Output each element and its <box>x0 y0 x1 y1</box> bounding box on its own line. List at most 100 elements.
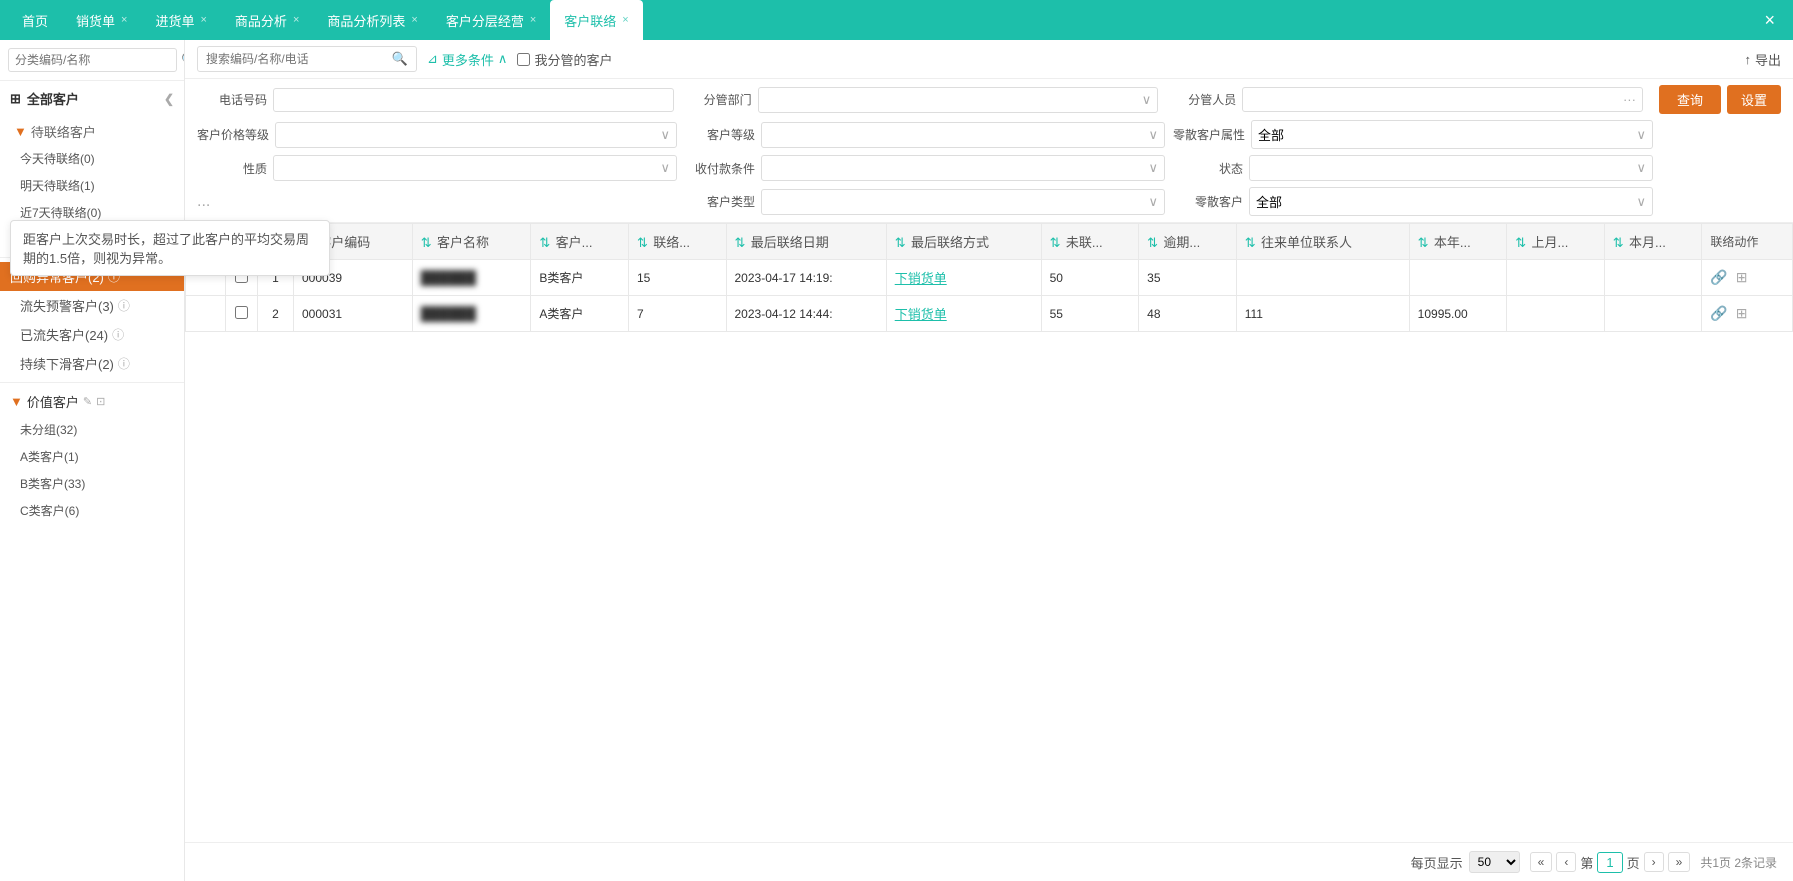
all-customers-section[interactable]: ⊞ 全部客户 ❮ <box>0 81 184 116</box>
collapse-icon[interactable]: ❮ <box>164 92 174 106</box>
sidebar-search-box[interactable]: 🔍 <box>0 40 184 81</box>
nav-customer-tier[interactable]: 客户分层经营 × <box>432 0 550 40</box>
first-page-button[interactable]: « <box>1530 852 1553 872</box>
col-thismonth-header[interactable]: ⇅ 本月... <box>1604 224 1702 260</box>
row2-contacts: 111 <box>1236 296 1409 332</box>
row1-lastmethod[interactable]: 下销货单 <box>886 260 1041 296</box>
data-table-container: ⚙ ⇅ 客户编码 ⇅ 客户名称 ⇅ 客户... <box>185 223 1793 842</box>
nav-customer-contact[interactable]: 客户联络 × <box>550 0 642 40</box>
query-button[interactable]: 查询 <box>1659 85 1721 114</box>
nav-analysis-list[interactable]: 商品分析列表 × <box>313 0 431 40</box>
nav-home[interactable]: 首页 <box>8 0 62 40</box>
sidebar-class-b[interactable]: B类客户(33) <box>0 470 184 497</box>
close-analysis-list-tab[interactable]: × <box>411 14 417 26</box>
export-button[interactable]: ↑ 导出 <box>1744 50 1781 69</box>
sidebar-class-c[interactable]: C类客户(6) <box>0 497 184 524</box>
sidebar-tomorrow-contact[interactable]: 明天待联络(1) <box>0 172 184 199</box>
sidebar-search-input[interactable] <box>8 48 177 72</box>
sort-icon-thisyear: ⇅ <box>1418 235 1429 250</box>
row2-grid-icon[interactable]: ⊞ <box>1736 305 1748 322</box>
sidebar-declining-customers[interactable]: 持续下滑客户(2) ⓘ <box>0 349 184 378</box>
col-uncontacted-header[interactable]: ⇅ 未联... <box>1041 224 1139 260</box>
customer-table: ⚙ ⇅ 客户编码 ⇅ 客户名称 ⇅ 客户... <box>185 223 1793 332</box>
row1-type: B类客户 <box>531 260 629 296</box>
col-lastmonth-header[interactable]: ⇅ 上月... <box>1507 224 1605 260</box>
sort-icon-uncontacted: ⇅ <box>1050 235 1061 250</box>
arrow-down-icon: ▼ <box>14 124 27 139</box>
settings-button[interactable]: 设置 <box>1727 85 1781 114</box>
current-page-indicator[interactable]: 1 <box>1597 852 1622 873</box>
sidebar-today-contact[interactable]: 今天待联络(0) <box>0 145 184 172</box>
phone-filter: 电话号码 <box>197 88 674 112</box>
col-action-header: 联络动作 <box>1702 224 1793 260</box>
nav-sales[interactable]: 销货单 × <box>62 0 141 40</box>
nav-purchase[interactable]: 进货单 × <box>141 0 220 40</box>
main-search-input[interactable] <box>206 52 392 66</box>
col-type-header[interactable]: ⇅ 客户... <box>531 224 629 260</box>
close-sales-tab[interactable]: × <box>121 14 127 26</box>
window-close-button[interactable]: × <box>1754 10 1785 31</box>
col-overdue-header[interactable]: ⇅ 逾期... <box>1139 224 1237 260</box>
close-purchase-tab[interactable]: × <box>200 14 206 26</box>
row1-lastmethod-link[interactable]: 下销货单 <box>895 271 947 286</box>
sidebar: 🔍 ⊞ 全部客户 ❮ ▼ 待联络客户 今天待联络(0) 明天待联络(1) 近7天… <box>0 40 185 881</box>
row1-link-icon[interactable]: 🔗 <box>1710 269 1727 286</box>
row2-lastmonth <box>1507 296 1605 332</box>
search-box[interactable]: 🔍 <box>197 46 417 72</box>
col-lastdate-header[interactable]: ⇅ 最后联络日期 <box>726 224 886 260</box>
prev-page-button[interactable]: ‹ <box>1556 852 1576 872</box>
more-icon[interactable]: ⊡ <box>96 395 105 408</box>
scatter-attr-select[interactable]: 全部 ∨ <box>1251 120 1653 149</box>
sidebar-lost-warning[interactable]: 流失预警客户(3) ⓘ <box>0 291 184 320</box>
status-select[interactable]: ∨ <box>1249 155 1653 181</box>
col-thisyear-header[interactable]: ⇅ 本年... <box>1409 224 1507 260</box>
row1-name[interactable]: ██████ <box>412 260 531 296</box>
phone-input[interactable] <box>273 88 674 112</box>
my-customers-checkbox[interactable] <box>517 53 530 66</box>
col-lastmethod-header[interactable]: ⇅ 最后联络方式 <box>886 224 1041 260</box>
content-area: 🔍 ⊿ 更多条件 ∧ 我分管的客户 ↑ 导出 电话号码 <box>185 40 1793 881</box>
more-conditions-button[interactable]: ⊿ 更多条件 ∧ <box>427 50 507 69</box>
scatter-customer-select[interactable]: 全部 ∨ <box>1249 187 1653 216</box>
col-name-header[interactable]: ⇅ 客户名称 <box>412 224 531 260</box>
sidebar-class-a[interactable]: A类客户(1) <box>0 443 184 470</box>
row2-lastmethod-link[interactable]: 下销货单 <box>895 307 947 322</box>
main-search-icon[interactable]: 🔍 <box>392 51 408 67</box>
row1-grid-icon[interactable]: ⊞ <box>1736 269 1748 286</box>
edit-icon[interactable]: ✎ <box>83 395 92 408</box>
manager-select[interactable]: ··· <box>1242 87 1643 112</box>
row2-lastmethod[interactable]: 下销货单 <box>886 296 1041 332</box>
price-grade-select[interactable]: ∨ <box>275 122 677 148</box>
more-dots[interactable]: ... <box>197 193 210 211</box>
customer-type-select[interactable]: ∨ <box>761 189 1165 215</box>
page-size-select[interactable]: 20 50 100 <box>1469 851 1520 873</box>
col-contact-header[interactable]: ⇅ 联络... <box>628 224 726 260</box>
sidebar-lost-customers[interactable]: 已流失客户(24) ⓘ <box>0 320 184 349</box>
row1-overdue: 35 <box>1139 260 1237 296</box>
customer-grade-select[interactable]: ∨ <box>761 122 1165 148</box>
nav-analysis[interactable]: 商品分析 × <box>221 0 313 40</box>
department-select[interactable]: ∨ <box>758 87 1159 113</box>
row2-name[interactable]: ██████ <box>412 296 531 332</box>
scatter-attr-chevron: ∨ <box>1636 127 1646 143</box>
sort-icon-overdue: ⇅ <box>1147 235 1158 250</box>
payment-select[interactable]: ∨ <box>761 155 1165 181</box>
next-page-button[interactable]: › <box>1644 852 1664 872</box>
sidebar-unclassified[interactable]: 未分组(32) <box>0 416 184 443</box>
close-customer-contact-tab[interactable]: × <box>622 14 628 26</box>
last-page-button[interactable]: » <box>1668 852 1691 872</box>
my-customers-checkbox-label[interactable]: 我分管的客户 <box>517 50 612 69</box>
row2-contact: 7 <box>628 296 726 332</box>
row2-checkbox[interactable] <box>235 306 248 319</box>
row2-check[interactable] <box>226 296 258 332</box>
close-customer-tier-tab[interactable]: × <box>530 14 536 26</box>
nature-select[interactable]: ∨ <box>273 155 677 181</box>
row2-link-icon[interactable]: 🔗 <box>1710 305 1727 322</box>
bottom-bar: 每页显示 20 50 100 « ‹ 第 1 页 › » 共1页 2条记录 <box>185 842 1793 881</box>
row1-lastmonth <box>1507 260 1605 296</box>
sort-icon-contacts: ⇅ <box>1245 235 1256 250</box>
col-contacts-header[interactable]: ⇅ 往来单位联系人 <box>1236 224 1409 260</box>
chevron-up-icon: ∧ <box>498 51 508 67</box>
close-analysis-tab[interactable]: × <box>293 14 299 26</box>
value-customer-group[interactable]: ▼ 价值客户 ✎ ⊡ <box>0 387 184 416</box>
